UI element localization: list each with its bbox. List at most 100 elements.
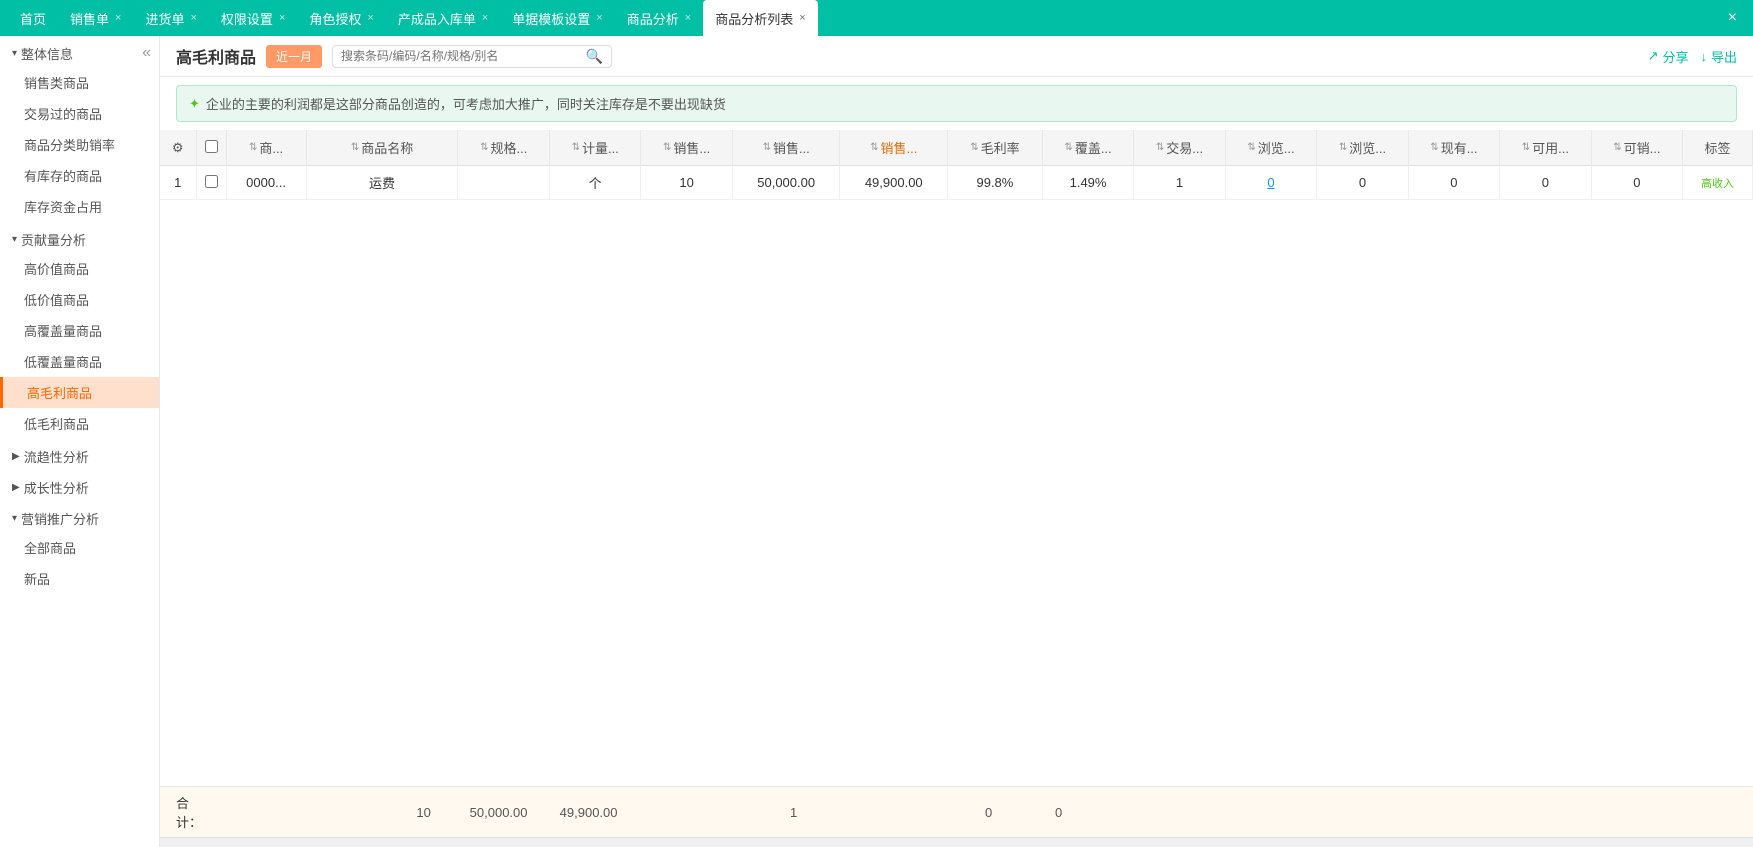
sidebar-item-stock-capital[interactable]: 库存资金占用 xyxy=(0,191,159,222)
sidebar-item-high-coverage[interactable]: 高覆盖量商品 xyxy=(0,315,159,346)
cell-sales-amount: 50,000.00 xyxy=(732,166,840,200)
col-sales-cost[interactable]: ⇅ 销售... xyxy=(840,130,948,166)
share-icon: ↗ xyxy=(1648,48,1659,64)
footer-total: 合计： 10 50,000.00 49,900.00 1 0 0 xyxy=(160,786,1753,837)
cell-sales-cost: 49,900.00 xyxy=(840,166,948,200)
close-icon[interactable]: × xyxy=(596,12,602,24)
sidebar-group-overall[interactable]: ▾ 整体信息 xyxy=(0,36,159,67)
export-button[interactable]: ↓ 导出 xyxy=(1700,47,1737,66)
sidebar-item-low-coverage[interactable]: 低覆盖量商品 xyxy=(0,346,159,377)
col-sellable[interactable]: ⇅ 可销... xyxy=(1591,130,1682,166)
table-header-row: ⚙ ⇅ 商... ⇅ xyxy=(160,130,1753,166)
footer-transactions: 1 xyxy=(754,805,834,820)
close-icon[interactable]: × xyxy=(190,12,196,24)
sidebar-collapse-icon[interactable]: « xyxy=(142,44,151,62)
col-gross-rate[interactable]: ⇅ 毛利率 xyxy=(948,130,1043,166)
cell-sellable: 0 xyxy=(1591,166,1682,200)
col-setting[interactable]: ⚙ xyxy=(160,130,196,166)
info-banner: ✦ 企业的主要的利润都是这部分商品创造的，可考虑加大推广，同时关注库存是不要出现… xyxy=(176,85,1737,122)
row-checkbox[interactable] xyxy=(205,175,218,188)
search-input[interactable] xyxy=(341,49,582,63)
chevron-down-icon: ▾ xyxy=(12,234,17,245)
close-icon[interactable]: × xyxy=(115,12,121,24)
share-button[interactable]: ↗ 分享 xyxy=(1648,47,1689,66)
col-coverage[interactable]: ⇅ 覆盖... xyxy=(1042,130,1133,166)
sidebar-group-marketing[interactable]: ▾ 营销推广分析 xyxy=(0,501,159,532)
col-spec[interactable]: ⇅ 规格... xyxy=(458,130,549,166)
sidebar-item-category-rate[interactable]: 商品分类助销率 xyxy=(0,129,159,160)
footer-values: 10 50,000.00 49,900.00 1 0 0 xyxy=(234,805,1737,820)
top-nav: 首页 销售单 × 进货单 × 权限设置 × 角色授权 × 产成品入库单 × 单据… xyxy=(0,0,1753,36)
sidebar-item-in-stock[interactable]: 有库存的商品 xyxy=(0,160,159,191)
close-icon[interactable]: × xyxy=(482,12,488,24)
close-icon[interactable]: × xyxy=(685,12,691,24)
col-unit[interactable]: ⇅ 计量... xyxy=(549,130,640,166)
col-views2[interactable]: ⇅ 浏览... xyxy=(1317,130,1408,166)
col-sales-qty[interactable]: ⇅ 销售... xyxy=(641,130,732,166)
close-icon[interactable]: × xyxy=(799,12,805,24)
col-transactions[interactable]: ⇅ 交易... xyxy=(1134,130,1225,166)
sidebar-item-low-value[interactable]: 低价值商品 xyxy=(0,284,159,315)
sidebar-item-high-margin[interactable]: 高毛利商品 xyxy=(0,377,159,408)
nav-tab-auth-settings[interactable]: 权限设置 × xyxy=(209,0,297,36)
col-code[interactable]: ⇅ 商... xyxy=(226,130,306,166)
sidebar-item-low-margin[interactable]: 低毛利商品 xyxy=(0,408,159,439)
cell-tag: 高收入 xyxy=(1683,166,1753,200)
chevron-down-icon: ▾ xyxy=(12,513,17,524)
nav-tab-purchase[interactable]: 进货单 × xyxy=(133,0,208,36)
close-icon[interactable]: × xyxy=(367,12,373,24)
sidebar-item-sales-goods[interactable]: 销售类商品 xyxy=(0,67,159,98)
sidebar-item-new-goods[interactable]: 新品 xyxy=(0,563,159,594)
nav-tab-product-warehouse[interactable]: 产成品入库单 × xyxy=(386,0,500,36)
close-icon[interactable]: × xyxy=(279,12,285,24)
nav-tab-role-auth[interactable]: 角色授权 × xyxy=(297,0,385,36)
info-icon: ✦ xyxy=(189,96,200,112)
product-table: ⚙ ⇅ 商... ⇅ xyxy=(160,130,1753,200)
main-layout: « ▾ 整体信息 销售类商品 交易过的商品 商品分类助销率 有库存的商品 库存资… xyxy=(0,36,1753,847)
cell-unit: 个 xyxy=(549,166,640,200)
col-sales-amount[interactable]: ⇅ 销售... xyxy=(732,130,840,166)
footer-available: 0 xyxy=(1024,805,1094,820)
col-available[interactable]: ⇅ 可用... xyxy=(1500,130,1591,166)
sidebar-group-growth[interactable]: ▶ 成长性分析 xyxy=(0,470,159,501)
cell-transactions: 1 xyxy=(1134,166,1225,200)
content-area: 高毛利商品 近一月 🔍 ↗ 分享 ↓ 导出 ✦ 企业的主要的利润都是这部分商品创… xyxy=(160,36,1753,847)
bottom-scrollbar[interactable] xyxy=(160,837,1753,847)
cell-name: 运费 xyxy=(306,166,458,200)
sidebar-item-traded-goods[interactable]: 交易过的商品 xyxy=(0,98,159,129)
nav-tab-home[interactable]: 首页 xyxy=(8,0,58,36)
nav-close-all-icon[interactable]: × xyxy=(1720,9,1745,27)
footer-total-label: 合计： xyxy=(176,793,214,831)
search-icon[interactable]: 🔍 xyxy=(586,48,603,65)
cell-checkbox[interactable] xyxy=(196,166,226,200)
page-title: 高毛利商品 xyxy=(176,44,256,68)
chevron-right-icon: ▶ xyxy=(12,451,20,462)
sidebar-item-all-goods[interactable]: 全部商品 xyxy=(0,532,159,563)
content-header: 高毛利商品 近一月 🔍 ↗ 分享 ↓ 导出 xyxy=(160,36,1753,77)
sidebar-item-high-value[interactable]: 高价值商品 xyxy=(0,253,159,284)
cell-current-stock: 0 xyxy=(1408,166,1499,200)
col-tag[interactable]: 标签 xyxy=(1683,130,1753,166)
sidebar-group-trend[interactable]: ▶ 流趋性分析 xyxy=(0,439,159,470)
sidebar: « ▾ 整体信息 销售类商品 交易过的商品 商品分类助销率 有库存的商品 库存资… xyxy=(0,36,160,847)
search-box[interactable]: 🔍 xyxy=(332,45,612,68)
chevron-right-icon: ▶ xyxy=(12,482,20,493)
nav-tab-product-analysis[interactable]: 商品分析 × xyxy=(615,0,703,36)
cell-sales-qty: 10 xyxy=(641,166,732,200)
nav-tab-sales[interactable]: 销售单 × xyxy=(58,0,133,36)
filter-recent-month-button[interactable]: 近一月 xyxy=(266,45,322,68)
sidebar-group-contribution[interactable]: ▾ 贡献量分析 xyxy=(0,222,159,253)
cell-views1[interactable]: 0 xyxy=(1225,166,1316,200)
select-all-checkbox[interactable] xyxy=(205,140,218,153)
table-container[interactable]: ⚙ ⇅ 商... ⇅ xyxy=(160,130,1753,786)
col-current-stock[interactable]: ⇅ 现有... xyxy=(1408,130,1499,166)
chevron-down-icon: ▾ xyxy=(12,48,17,59)
nav-tab-product-analysis-list[interactable]: 商品分析列表 × xyxy=(703,0,817,36)
col-views1[interactable]: ⇅ 浏览... xyxy=(1225,130,1316,166)
cell-available: 0 xyxy=(1500,166,1591,200)
header-actions: ↗ 分享 ↓ 导出 xyxy=(1648,47,1737,66)
nav-tab-template-settings[interactable]: 单据模板设置 × xyxy=(500,0,614,36)
col-checkbox[interactable] xyxy=(196,130,226,166)
cell-code: 0000... xyxy=(226,166,306,200)
col-name[interactable]: ⇅ 商品名称 xyxy=(306,130,458,166)
